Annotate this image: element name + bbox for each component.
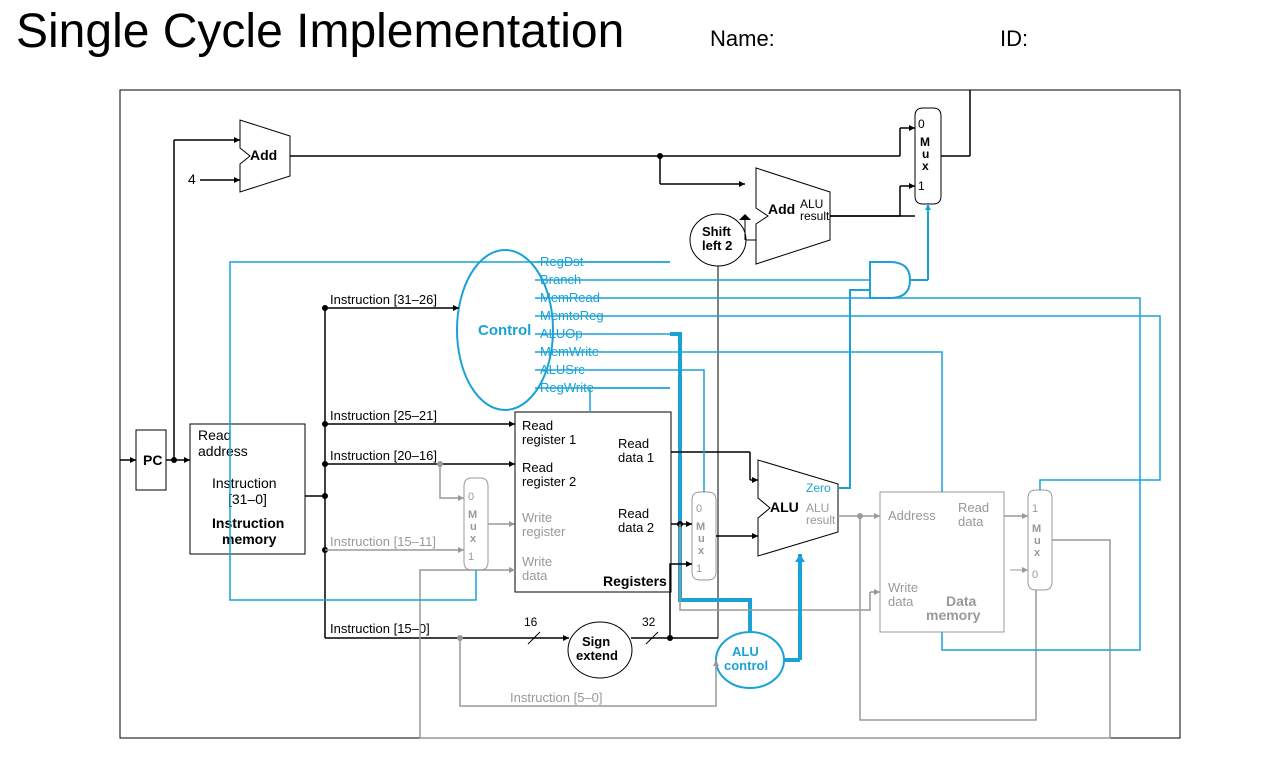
svg-text:x: x [470,533,477,545]
pc-label: PC [143,452,162,468]
add-right-label: Add [768,201,795,217]
page-title: Single Cycle Implementation [16,4,624,59]
branch-adder-aluresult: ALU result [800,197,830,223]
svg-text:M: M [696,521,705,533]
svg-text:0: 0 [696,503,702,515]
registers-label: Registers [603,573,667,589]
svg-text:0: 0 [468,491,474,503]
sign-extend-label: Sign extend [576,634,618,663]
name-field-label: Name: [710,26,775,52]
svg-text:1: 1 [468,551,474,563]
alu-result: ALU result [806,501,836,527]
datapath-diagram: PC Read address Instruction [31–0] Instr… [110,80,1190,760]
id-field-label: ID: [1000,26,1028,52]
pcsrc-mux-0: 0 [918,117,925,131]
svg-text:0: 0 [1032,569,1038,581]
read-data-1: Read data 1 [618,436,654,465]
instr-20-16: Instruction [20–16] [330,448,437,463]
instr-15-11: Instruction [15–11] [330,534,436,549]
svg-text:x: x [922,159,929,173]
constant-4: 4 [188,171,196,187]
read-data-2: Read data 2 [618,506,654,535]
branch-and-gate [870,262,910,298]
instr-5-0: Instruction [5–0] [510,690,603,705]
svg-text:M: M [1032,523,1041,535]
svg-text:u: u [1034,535,1041,547]
svg-text:x: x [1034,547,1041,559]
shift-left-2-label: Shift left 2 [702,224,735,253]
pcsrc-mux-1: 1 [918,179,925,193]
svg-text:1: 1 [1032,503,1038,515]
instr-25-21: Instruction [25–21] [330,408,437,423]
instr-15-0: Instruction [15–0] [330,621,430,636]
svg-text:x: x [698,545,705,557]
dm-address: Address [888,508,936,523]
svg-text:M: M [468,509,477,521]
alu-label: ALU [770,499,799,515]
control-label: Control [478,322,531,339]
svg-text:1: 1 [696,563,702,575]
thirtytwo: 32 [642,615,656,629]
instr-31-26: Instruction [31–26] [330,292,437,307]
sixteen: 16 [524,615,538,629]
add-top-label: Add [250,147,277,163]
svg-text:u: u [470,521,477,533]
alu-zero: Zero [806,481,831,495]
svg-text:u: u [698,533,705,545]
